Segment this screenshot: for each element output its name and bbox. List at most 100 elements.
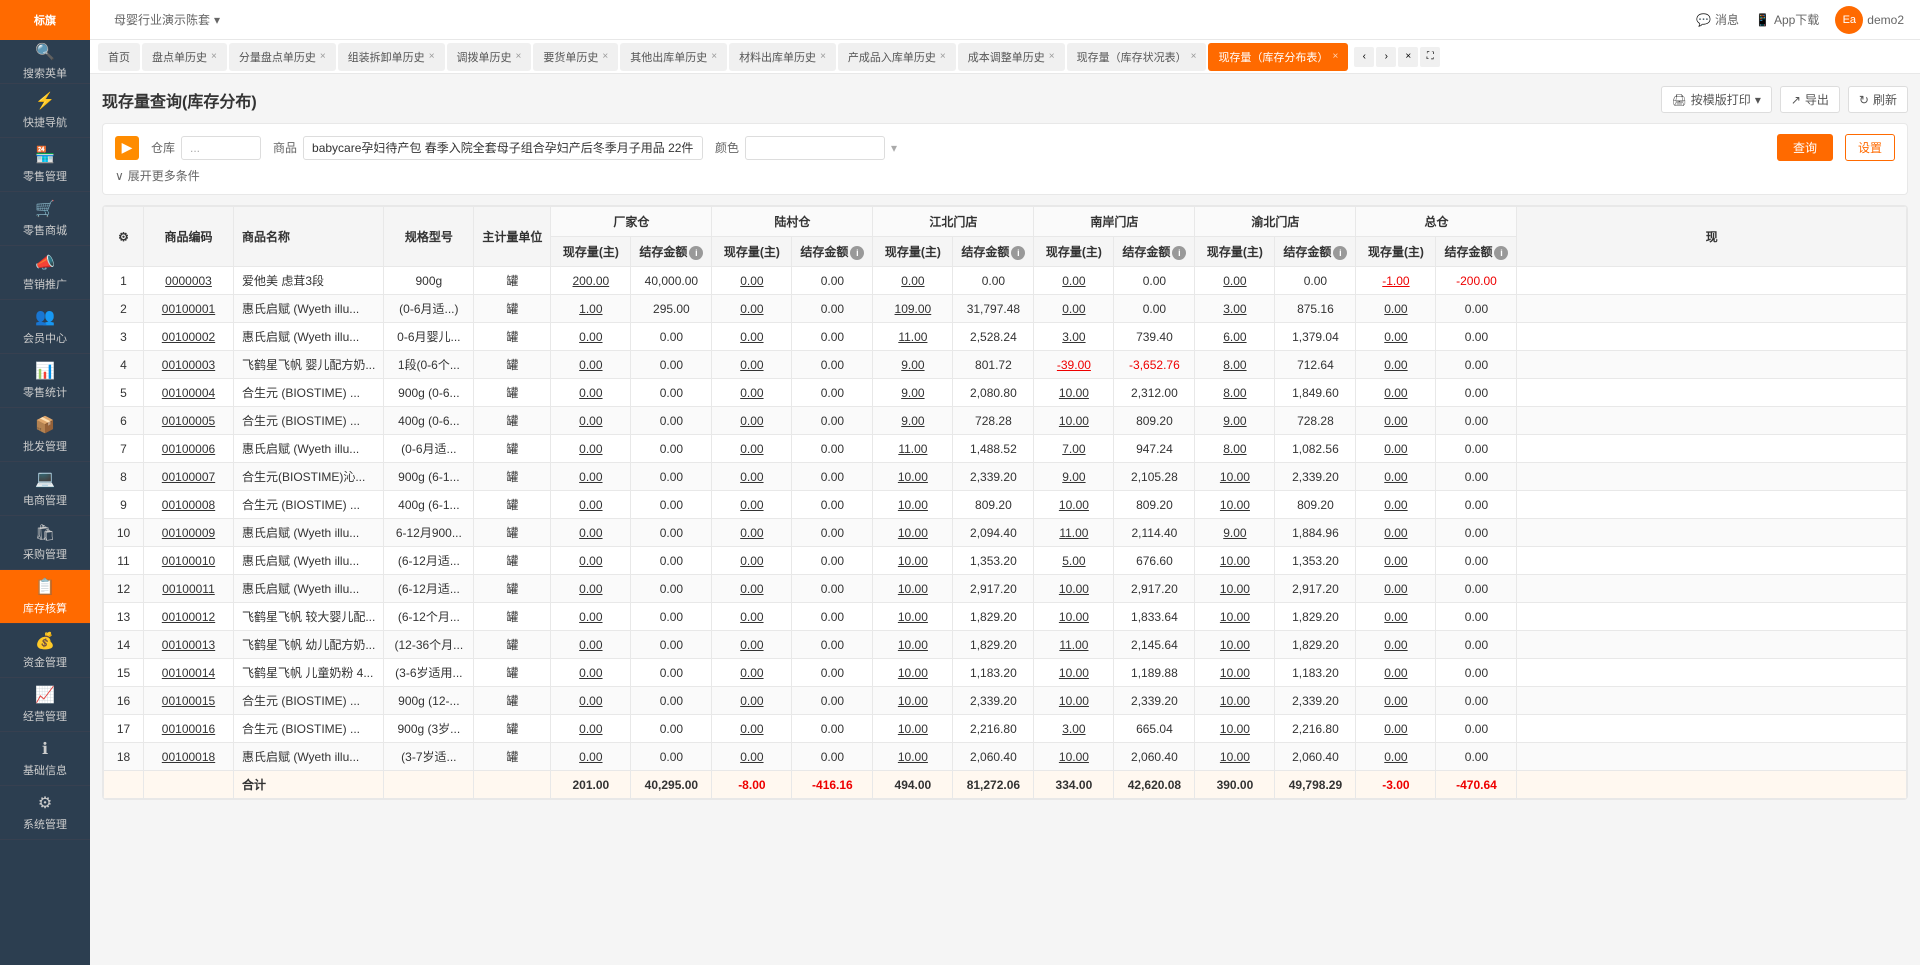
cell-nanan-qty[interactable]: 9.00: [1034, 463, 1114, 491]
sidebar-item-system[interactable]: ⚙ 系统管理: [0, 786, 90, 840]
cell-nanan-qty[interactable]: 0.00: [1034, 267, 1114, 295]
cell-total-qty[interactable]: 0.00: [1356, 295, 1436, 323]
cell-factory-qty[interactable]: 1.00: [551, 295, 631, 323]
cell-code[interactable]: 00100016: [144, 715, 234, 743]
cell-nanan-qty[interactable]: 10.00: [1034, 379, 1114, 407]
yubei-amt-info[interactable]: i: [1333, 246, 1347, 260]
cell-yubei-qty[interactable]: 8.00: [1195, 435, 1275, 463]
cell-nanan-qty[interactable]: 3.00: [1034, 323, 1114, 351]
lucun-amt-info[interactable]: i: [850, 246, 864, 260]
cell-code[interactable]: 00100009: [144, 519, 234, 547]
cell-nanan-qty[interactable]: 10.00: [1034, 659, 1114, 687]
close-tab-stock-status[interactable]: ×: [1191, 51, 1197, 62]
tab-portion-check[interactable]: 分量盘点单历史 ×: [229, 43, 336, 71]
cell-yubei-qty[interactable]: 8.00: [1195, 351, 1275, 379]
cell-jiangbei-qty[interactable]: 9.00: [873, 407, 953, 435]
cell-factory-qty[interactable]: 0.00: [551, 519, 631, 547]
close-tab-cost-adjust[interactable]: ×: [1049, 51, 1055, 62]
cell-total-qty[interactable]: 0.00: [1356, 491, 1436, 519]
cell-factory-qty[interactable]: 0.00: [551, 463, 631, 491]
cell-factory-qty[interactable]: 0.00: [551, 435, 631, 463]
cell-factory-qty[interactable]: 200.00: [551, 267, 631, 295]
cell-jiangbei-qty[interactable]: 10.00: [873, 491, 953, 519]
sidebar-item-purchase[interactable]: 🛍 采购管理: [0, 516, 90, 570]
cell-total-qty[interactable]: -1.00: [1356, 267, 1436, 295]
cell-jiangbei-qty[interactable]: 10.00: [873, 631, 953, 659]
cell-total-qty[interactable]: 0.00: [1356, 603, 1436, 631]
tab-stock-status[interactable]: 现存量（库存状况表） ×: [1067, 43, 1207, 71]
cell-lucun-qty[interactable]: 0.00: [712, 351, 792, 379]
cell-lucun-qty[interactable]: 0.00: [712, 323, 792, 351]
cell-jiangbei-qty[interactable]: 9.00: [873, 351, 953, 379]
cell-jiangbei-qty[interactable]: 10.00: [873, 463, 953, 491]
cell-total-qty[interactable]: 0.00: [1356, 547, 1436, 575]
cell-lucun-qty[interactable]: 0.00: [712, 659, 792, 687]
cell-lucun-qty[interactable]: 0.00: [712, 491, 792, 519]
cell-total-qty[interactable]: 0.00: [1356, 379, 1436, 407]
close-tab-product-in[interactable]: ×: [940, 51, 946, 62]
cell-jiangbei-qty[interactable]: 11.00: [873, 323, 953, 351]
cell-code[interactable]: 00100012: [144, 603, 234, 631]
cell-nanan-qty[interactable]: 0.00: [1034, 295, 1114, 323]
cell-total-qty[interactable]: 0.00: [1356, 743, 1436, 771]
cell-factory-qty[interactable]: 0.00: [551, 491, 631, 519]
company-selector[interactable]: 母婴行业演示陈套 ▾: [114, 11, 220, 28]
cell-factory-qty[interactable]: 0.00: [551, 659, 631, 687]
close-tab-transfer[interactable]: ×: [516, 51, 522, 62]
cell-factory-qty[interactable]: 0.00: [551, 715, 631, 743]
warehouse-input[interactable]: [181, 136, 261, 160]
cell-factory-qty[interactable]: 0.00: [551, 575, 631, 603]
cell-lucun-qty[interactable]: 0.00: [712, 603, 792, 631]
tab-assemble[interactable]: 组装拆卸单历史 ×: [338, 43, 445, 71]
cell-nanan-qty[interactable]: 10.00: [1034, 491, 1114, 519]
sidebar-item-basic[interactable]: ℹ 基础信息: [0, 732, 90, 786]
query-btn[interactable]: 查询: [1777, 134, 1833, 161]
cell-nanan-qty[interactable]: 7.00: [1034, 435, 1114, 463]
cell-yubei-qty[interactable]: 10.00: [1195, 659, 1275, 687]
product-input[interactable]: [303, 136, 703, 160]
total-amt-info[interactable]: i: [1494, 246, 1508, 260]
cell-jiangbei-qty[interactable]: 10.00: [873, 547, 953, 575]
cell-code[interactable]: 00100011: [144, 575, 234, 603]
cell-code[interactable]: 00100010: [144, 547, 234, 575]
cell-jiangbei-qty[interactable]: 10.00: [873, 743, 953, 771]
tab-prev-btn[interactable]: ‹: [1354, 47, 1374, 67]
cell-factory-qty[interactable]: 0.00: [551, 603, 631, 631]
cell-yubei-qty[interactable]: 0.00: [1195, 267, 1275, 295]
close-tab-inventory-check[interactable]: ×: [211, 51, 217, 62]
cell-jiangbei-qty[interactable]: 10.00: [873, 575, 953, 603]
cell-lucun-qty[interactable]: 0.00: [712, 435, 792, 463]
sidebar-item-wholesale[interactable]: 📦 批发管理: [0, 408, 90, 462]
cell-factory-qty[interactable]: 0.00: [551, 351, 631, 379]
close-tab-material-out[interactable]: ×: [820, 51, 826, 62]
tab-inventory-check[interactable]: 盘点单历史 ×: [142, 43, 227, 71]
cell-code[interactable]: 0000003: [144, 267, 234, 295]
cell-yubei-qty[interactable]: 9.00: [1195, 407, 1275, 435]
cell-total-qty[interactable]: 0.00: [1356, 463, 1436, 491]
cell-jiangbei-qty[interactable]: 10.00: [873, 715, 953, 743]
cell-yubei-qty[interactable]: 10.00: [1195, 715, 1275, 743]
cell-lucun-qty[interactable]: 0.00: [712, 379, 792, 407]
cell-code[interactable]: 00100002: [144, 323, 234, 351]
cell-nanan-qty[interactable]: 10.00: [1034, 603, 1114, 631]
cell-yubei-qty[interactable]: 3.00: [1195, 295, 1275, 323]
cell-jiangbei-qty[interactable]: 10.00: [873, 603, 953, 631]
sidebar-item-marketing[interactable]: 📣 营销推广: [0, 246, 90, 300]
cell-jiangbei-qty[interactable]: 10.00: [873, 519, 953, 547]
cell-factory-qty[interactable]: 0.00: [551, 687, 631, 715]
sidebar-item-search[interactable]: 🔍 搜索英单: [0, 40, 90, 84]
cell-jiangbei-qty[interactable]: 0.00: [873, 267, 953, 295]
sidebar-item-quicknav[interactable]: ⚡ 快捷导航: [0, 84, 90, 138]
close-tab-stock-dist[interactable]: ×: [1332, 51, 1338, 62]
tab-transfer[interactable]: 调拨单历史 ×: [447, 43, 532, 71]
cell-factory-qty[interactable]: 0.00: [551, 323, 631, 351]
tab-product-in[interactable]: 产成品入库单历史 ×: [838, 43, 956, 71]
tab-other-out[interactable]: 其他出库单历史 ×: [620, 43, 727, 71]
tab-next-btn[interactable]: ›: [1376, 47, 1396, 67]
cell-total-qty[interactable]: 0.00: [1356, 715, 1436, 743]
cell-total-qty[interactable]: 0.00: [1356, 687, 1436, 715]
cell-code[interactable]: 00100014: [144, 659, 234, 687]
cell-jiangbei-qty[interactable]: 109.00: [873, 295, 953, 323]
cell-yubei-qty[interactable]: 10.00: [1195, 687, 1275, 715]
cell-nanan-qty[interactable]: 5.00: [1034, 547, 1114, 575]
